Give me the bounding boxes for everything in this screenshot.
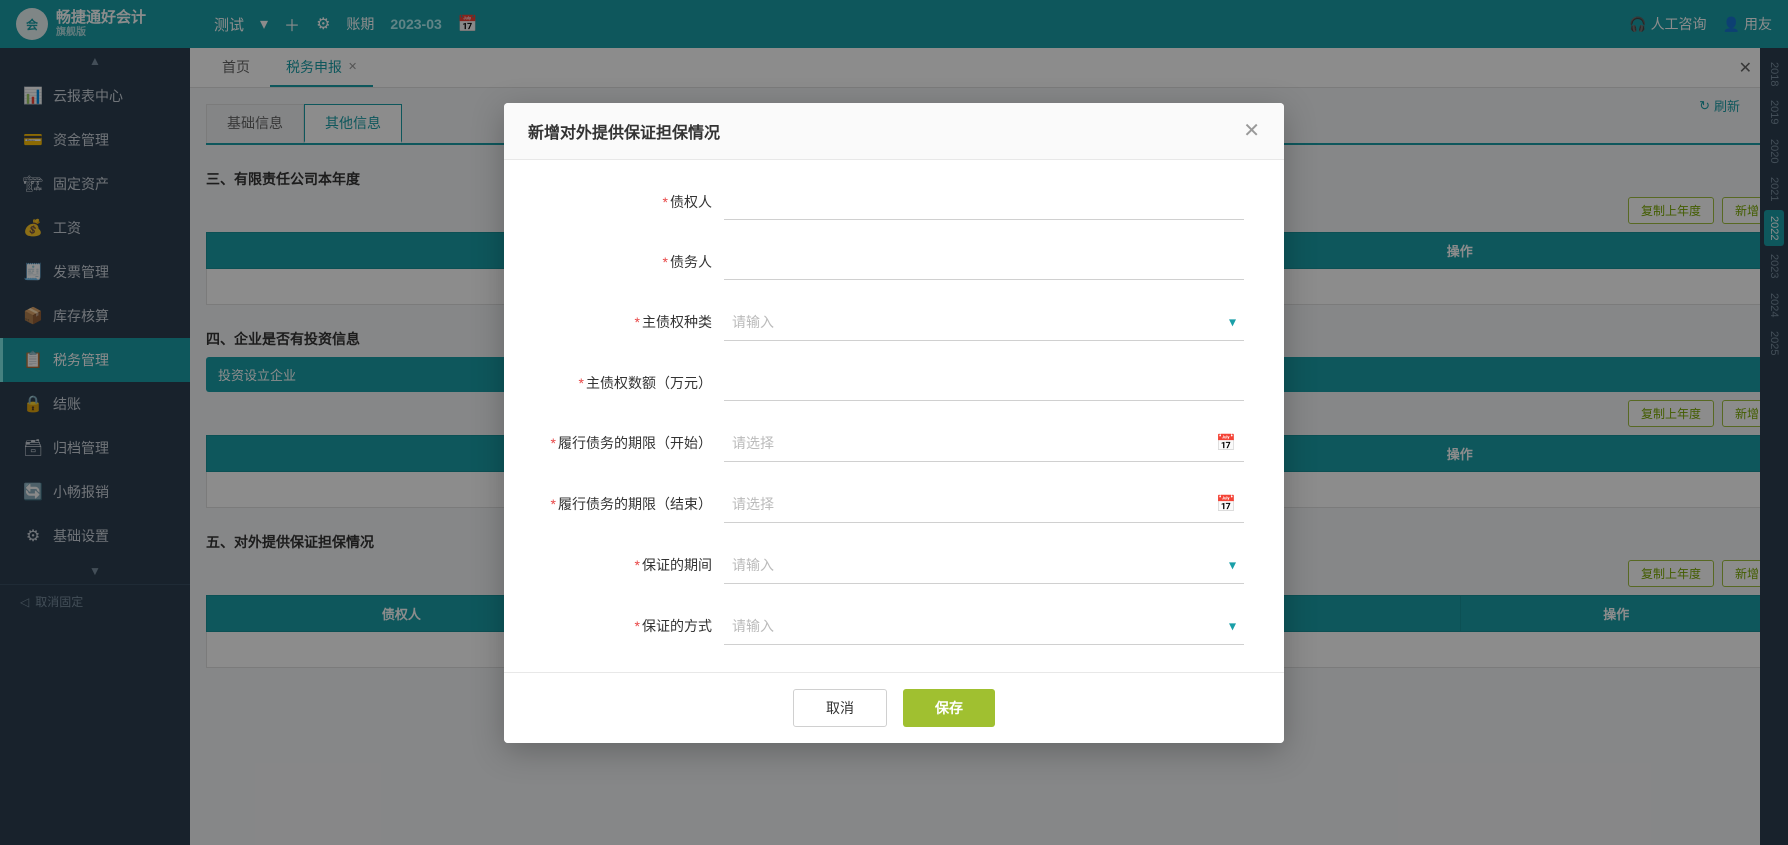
form-row-debtor: *债务人 <box>544 244 1244 280</box>
creditor-input[interactable] <box>724 184 1244 220</box>
modal-header: 新增对外提供保证担保情况 ✕ <box>504 103 1284 160</box>
period-end-date[interactable]: 请选择 📅 <box>724 486 1244 523</box>
claim-type-select[interactable]: 请输入 ▾ <box>724 304 1244 341</box>
modal-overlay: 新增对外提供保证担保情况 ✕ *债权人 *债务人 *主债权种类 <box>0 0 1788 845</box>
claim-type-placeholder: 请输入 <box>732 312 774 332</box>
guarantee-method-label: *保证的方式 <box>544 616 724 636</box>
modal-close-btn[interactable]: ✕ <box>1243 121 1260 141</box>
guarantee-period-chevron: ▾ <box>1229 556 1236 573</box>
guarantee-period-placeholder: 请输入 <box>732 555 774 575</box>
debtor-input[interactable] <box>724 244 1244 280</box>
form-row-guarantee-period: *保证的期间 请输入 ▾ <box>544 547 1244 584</box>
modal-footer: 取消 保存 <box>504 672 1284 743</box>
guarantee-period-inner[interactable]: 请输入 <box>724 547 1244 583</box>
guarantee-method-chevron: ▾ <box>1229 617 1236 634</box>
form-row-guarantee-method: *保证的方式 请输入 ▾ <box>544 608 1244 645</box>
modal-body: *债权人 *债务人 *主债权种类 请输入 <box>504 160 1284 672</box>
claim-type-chevron: ▾ <box>1229 313 1236 330</box>
claim-amount-input[interactable] <box>724 365 1244 401</box>
period-start-label: *履行债务的期限（开始） <box>544 433 724 453</box>
period-start-placeholder: 请选择 <box>732 433 774 453</box>
save-button[interactable]: 保存 <box>903 689 995 727</box>
guarantee-method-placeholder: 请输入 <box>732 616 774 636</box>
period-end-label: *履行债务的期限（结束） <box>544 494 724 514</box>
creditor-label: *债权人 <box>544 192 724 212</box>
period-end-calendar-icon: 📅 <box>1216 494 1236 514</box>
modal: 新增对外提供保证担保情况 ✕ *债权人 *债务人 *主债权种类 <box>504 103 1284 743</box>
form-row-claim-type: *主债权种类 请输入 ▾ <box>544 304 1244 341</box>
modal-title: 新增对外提供保证担保情况 <box>528 119 720 143</box>
form-row-claim-amount: *主债权数额（万元） <box>544 365 1244 401</box>
form-row-creditor: *债权人 <box>544 184 1244 220</box>
claim-type-select-inner[interactable]: 请输入 <box>724 304 1244 340</box>
guarantee-period-select[interactable]: 请输入 ▾ <box>724 547 1244 584</box>
period-end-inner[interactable]: 请选择 <box>724 486 1244 522</box>
claim-type-label: *主债权种类 <box>544 312 724 332</box>
period-start-calendar-icon: 📅 <box>1216 433 1236 453</box>
period-start-inner[interactable]: 请选择 <box>724 425 1244 461</box>
guarantee-method-inner[interactable]: 请输入 <box>724 608 1244 644</box>
guarantee-period-label: *保证的期间 <box>544 555 724 575</box>
form-row-period-end: *履行债务的期限（结束） 请选择 📅 <box>544 486 1244 523</box>
period-start-date[interactable]: 请选择 📅 <box>724 425 1244 462</box>
claim-amount-label: *主债权数额（万元） <box>544 373 724 393</box>
cancel-button[interactable]: 取消 <box>793 689 887 727</box>
debtor-label: *债务人 <box>544 252 724 272</box>
period-end-placeholder: 请选择 <box>732 494 774 514</box>
form-row-period-start: *履行债务的期限（开始） 请选择 📅 <box>544 425 1244 462</box>
guarantee-method-select[interactable]: 请输入 ▾ <box>724 608 1244 645</box>
